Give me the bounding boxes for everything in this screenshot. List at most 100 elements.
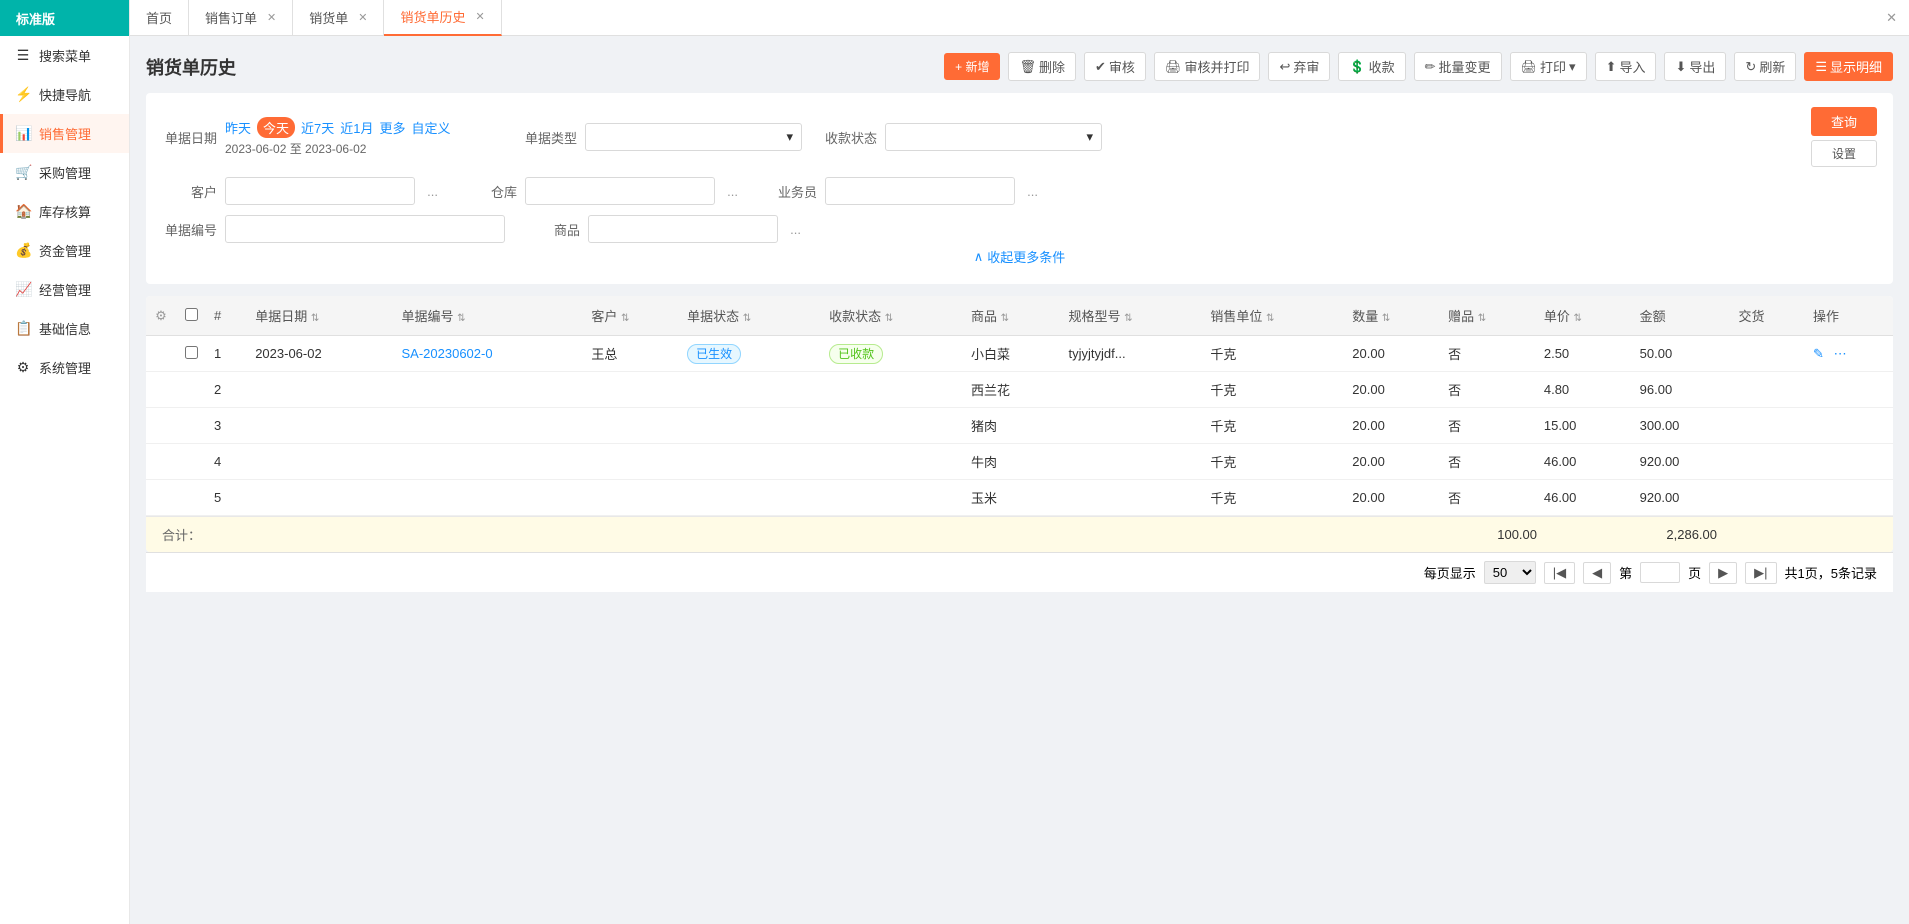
sidebar-item-search-menu[interactable]: ☰ 搜索菜单 xyxy=(0,36,129,75)
goods-ellipsis[interactable]: ... xyxy=(786,222,805,237)
cell-unit-price: 4.80 xyxy=(1536,372,1632,408)
collapse-button[interactable]: ∧ 收起更多条件 xyxy=(162,243,1877,270)
tab-close-sales-order[interactable]: ✕ xyxy=(267,11,276,24)
basic-info-icon: 📋 xyxy=(15,320,31,337)
show-detail-button[interactable]: ☰ 显示明细 xyxy=(1804,52,1893,81)
sort-qty-icon: ⇅ xyxy=(1382,313,1390,324)
cell-qty: 20.00 xyxy=(1344,408,1440,444)
row-checkbox[interactable] xyxy=(185,346,198,359)
prev-page-button[interactable]: ◀ xyxy=(1583,562,1611,584)
capital-mgmt-icon: 💰 xyxy=(15,242,31,259)
per-page-select[interactable]: 50 100 200 xyxy=(1484,561,1536,584)
query-button[interactable]: 查询 xyxy=(1811,107,1877,136)
col-spec-type[interactable]: 规格型号 ⇅ xyxy=(1061,296,1203,336)
sidebar-item-sales-mgmt[interactable]: 📊 销售管理 xyxy=(0,114,129,153)
cell-payment xyxy=(1731,480,1806,516)
col-doc-date[interactable]: 单据日期 ⇅ xyxy=(247,296,393,336)
audit-print-button[interactable]: 🖨 审核并打印 xyxy=(1154,52,1261,81)
collect-icon: 💲 xyxy=(1349,59,1365,75)
sidebar-item-label: 系统管理 xyxy=(39,358,91,377)
col-doc-status[interactable]: 单据状态 ⇅ xyxy=(679,296,821,336)
customer-ellipsis[interactable]: ... xyxy=(423,184,442,199)
next-page-button[interactable]: ▶ xyxy=(1709,562,1737,584)
shortcut-today[interactable]: 今天 xyxy=(257,117,295,138)
doc-no-link[interactable]: SA-20230602-0 xyxy=(402,346,493,361)
abandon-icon: ↩ xyxy=(1279,59,1290,75)
last-page-button[interactable]: ▶| xyxy=(1745,562,1776,584)
first-page-button[interactable]: |◀ xyxy=(1544,562,1575,584)
col-sales-unit[interactable]: 销售单位 ⇅ xyxy=(1202,296,1344,336)
shortcut-7days[interactable]: 近7天 xyxy=(301,118,334,137)
export-button[interactable]: ⬇ 导出 xyxy=(1664,52,1726,81)
shortcut-custom[interactable]: 自定义 xyxy=(412,118,451,137)
col-checkbox xyxy=(176,296,206,336)
col-amount[interactable]: 金额 xyxy=(1632,296,1731,336)
warehouse-ellipsis[interactable]: ... xyxy=(723,184,742,199)
staff-ellipsis[interactable]: ... xyxy=(1023,184,1042,199)
tab-close-sales-goods-history[interactable]: ✕ xyxy=(476,10,485,23)
col-qty[interactable]: 数量 ⇅ xyxy=(1344,296,1440,336)
batch-change-button[interactable]: ✏ 批量变更 xyxy=(1414,52,1502,81)
import-button[interactable]: ⬆ 导入 xyxy=(1595,52,1657,81)
select-all-checkbox[interactable] xyxy=(185,308,198,321)
shortcut-more[interactable]: 更多 xyxy=(380,118,406,137)
delete-button[interactable]: 🗑 删除 xyxy=(1008,52,1076,81)
cell-action xyxy=(1805,408,1893,444)
tab-sales-goods-history[interactable]: 销货单历史 ✕ xyxy=(384,0,501,36)
refresh-button[interactable]: ↻ 刷新 xyxy=(1734,52,1796,81)
cell-gift: 否 xyxy=(1440,480,1536,516)
shortcut-1month[interactable]: 近1月 xyxy=(340,118,373,137)
sidebar-item-quick-nav[interactable]: ⚡ 快捷导航 xyxy=(0,75,129,114)
pagination-bar: 每页显示 50 100 200 |◀ ◀ 第 1 页 ▶ ▶| 共1页，5条记录 xyxy=(146,552,1893,592)
customer-input[interactable] xyxy=(225,177,415,205)
sidebar-item-label: 采购管理 xyxy=(39,163,91,182)
col-settings[interactable]: ⚙ xyxy=(146,296,176,336)
tab-close-all[interactable]: ✕ xyxy=(1874,10,1909,26)
col-unit-price[interactable]: 单价 ⇅ xyxy=(1536,296,1632,336)
col-payment-status[interactable]: 收款状态 ⇅ xyxy=(821,296,963,336)
doc-no-input[interactable] xyxy=(225,215,505,243)
collect-button[interactable]: 💲 收款 xyxy=(1338,52,1405,81)
print-button[interactable]: 🖨 打印 ▾ xyxy=(1510,52,1587,81)
sidebar-item-purchase-mgmt[interactable]: 🛒 采购管理 xyxy=(0,153,129,192)
abandon-button[interactable]: ↩ 弃审 xyxy=(1268,52,1330,81)
tab-close-sales-goods[interactable]: ✕ xyxy=(358,11,367,24)
sidebar-item-basic-info[interactable]: 📋 基础信息 xyxy=(0,309,129,348)
col-goods[interactable]: 商品 ⇅ xyxy=(963,296,1061,336)
cell-goods: 西兰花 xyxy=(963,372,1061,408)
staff-input[interactable] xyxy=(825,177,1015,205)
edit-action[interactable]: ✎ xyxy=(1813,346,1824,361)
page-header: 销货单历史 + 新增 🗑 删除 ✔ 审核 🖨 审核并打印 ↩ 弃审 xyxy=(146,52,1893,81)
col-doc-no[interactable]: 单据编号 ⇅ xyxy=(394,296,584,336)
shortcut-yesterday[interactable]: 昨天 xyxy=(225,118,251,137)
search-menu-icon: ☰ xyxy=(15,47,31,64)
sidebar-item-ops-mgmt[interactable]: 📈 经营管理 xyxy=(0,270,129,309)
cell-checkbox xyxy=(176,480,206,516)
set-button[interactable]: 设置 xyxy=(1811,140,1877,167)
new-button[interactable]: + 新增 xyxy=(944,53,1000,80)
sidebar-item-sys-mgmt[interactable]: ⚙ 系统管理 xyxy=(0,348,129,387)
col-customer[interactable]: 客户 ⇅ xyxy=(583,296,679,336)
toolbar: + 新增 🗑 删除 ✔ 审核 🖨 审核并打印 ↩ 弃审 xyxy=(944,52,1893,81)
doc-type-select[interactable]: ▾ xyxy=(585,123,802,151)
page-content: 销货单历史 + 新增 🗑 删除 ✔ 审核 🖨 审核并打印 ↩ 弃审 xyxy=(130,36,1909,924)
more-action[interactable]: ⋯ xyxy=(1834,346,1847,361)
col-gift[interactable]: 赠品 ⇅ xyxy=(1440,296,1536,336)
inventory-calc-icon: 🏠 xyxy=(15,203,31,220)
page-input[interactable]: 1 xyxy=(1640,562,1680,583)
date-range-display: 2023-06-02 至 2023-06-02 xyxy=(225,140,451,157)
payment-status-select[interactable]: ▾ xyxy=(885,123,1102,151)
cell-doc-status xyxy=(679,480,821,516)
sidebar-item-capital-mgmt[interactable]: 💰 资金管理 xyxy=(0,231,129,270)
tab-sales-goods[interactable]: 销货单 ✕ xyxy=(293,0,384,36)
tab-sales-order[interactable]: 销售订单 ✕ xyxy=(189,0,293,36)
warehouse-input[interactable] xyxy=(525,177,715,205)
refresh-icon: ↻ xyxy=(1745,59,1756,75)
goods-input[interactable] xyxy=(588,215,778,243)
payment-status-badge: 已收款 xyxy=(829,344,883,364)
tab-home[interactable]: 首页 xyxy=(130,0,189,36)
sidebar-item-inventory-calc[interactable]: 🏠 库存核算 xyxy=(0,192,129,231)
audit-button[interactable]: ✔ 审核 xyxy=(1084,52,1146,81)
sort-customer-icon: ⇅ xyxy=(621,313,629,324)
cell-customer xyxy=(583,480,679,516)
